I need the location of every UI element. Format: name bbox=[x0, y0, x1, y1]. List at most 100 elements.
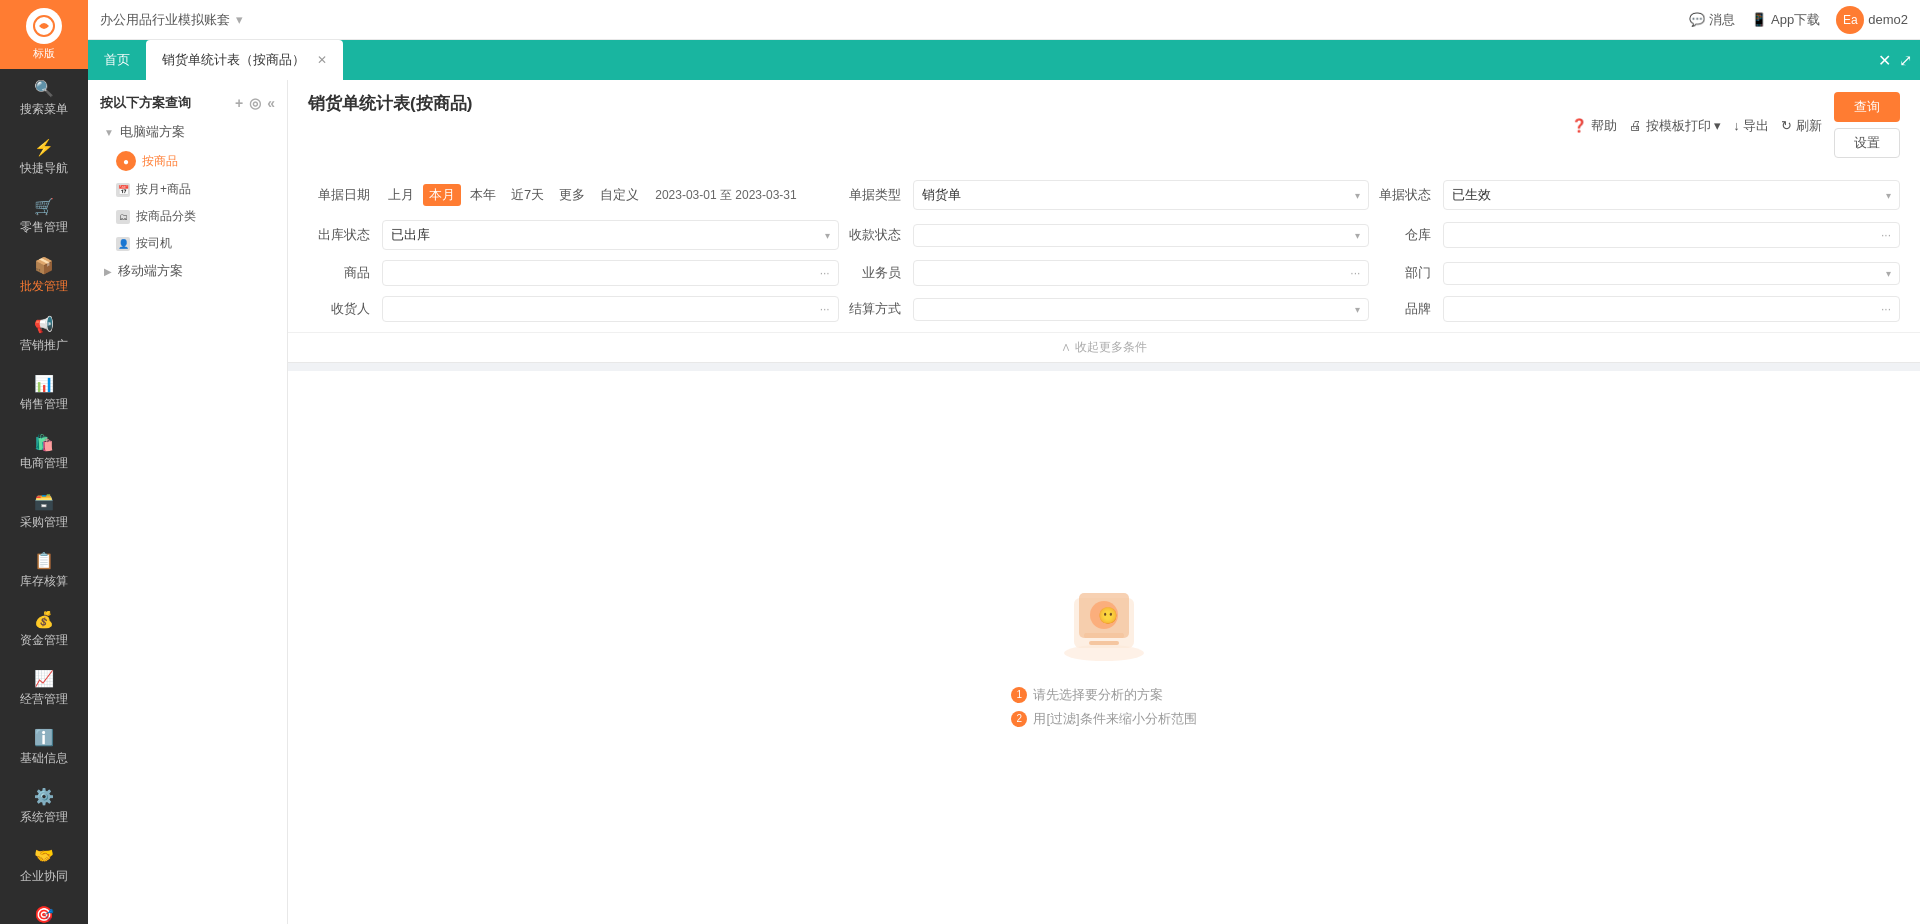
sidebar-item-basic[interactable]: ℹ️ 基础信息 bbox=[0, 718, 88, 777]
tab-close-window-icon[interactable]: ✕ bbox=[1878, 51, 1891, 70]
settlement-label: 结算方式 bbox=[839, 300, 909, 318]
help-button[interactable]: ❓ 帮助 bbox=[1571, 117, 1617, 135]
query-button[interactable]: 查询 bbox=[1834, 92, 1900, 122]
page-action-area: ❓ 帮助 🖨 按模板打印 ▾ ↓ 导出 ↻ 刷新 查询 设置 bbox=[1571, 92, 1900, 158]
filter-rows: 单据日期 上月 本月 本年 近7天 更多 自定义 2023-03-01 至 20… bbox=[288, 170, 1920, 322]
tab-home[interactable]: 首页 bbox=[88, 40, 146, 80]
collapse-panel-button[interactable]: « bbox=[267, 95, 275, 111]
warehouse-input[interactable]: ··· bbox=[1443, 222, 1900, 248]
product-input[interactable]: ··· bbox=[382, 260, 839, 286]
sidebar-item-marketing[interactable]: 📢 营销推广 bbox=[0, 305, 88, 364]
doc-type-select[interactable]: 销货单 ▾ bbox=[913, 180, 1370, 210]
sidebar-item-wholesale[interactable]: 📦 批发管理 bbox=[0, 246, 88, 305]
panel-header: 按以下方案查询 + ◎ « bbox=[88, 88, 287, 118]
logo-text: 标版 bbox=[33, 46, 55, 61]
message-button[interactable]: 💬 消息 bbox=[1689, 11, 1735, 29]
tab-sales-stats[interactable]: 销货单统计表（按商品） ✕ bbox=[146, 40, 343, 80]
doc-status-label: 单据状态 bbox=[1369, 186, 1439, 204]
outbound-status-select[interactable]: 已出库 ▾ bbox=[382, 220, 839, 250]
setting-button[interactable]: 设置 bbox=[1834, 128, 1900, 158]
user-avatar[interactable]: Ea demo2 bbox=[1836, 6, 1908, 34]
date-tab-this-year[interactable]: 本年 bbox=[464, 184, 502, 206]
sidebar-item-purchase[interactable]: 🗃️ 采购管理 bbox=[0, 482, 88, 541]
content-area: 按以下方案查询 + ◎ « ▼ 电脑端方案 ● 按商品 📅 按月+商品 bbox=[88, 80, 1920, 924]
clipboard-icon: 📋 bbox=[34, 551, 54, 570]
topbar-actions: 💬 消息 📱 App下载 Ea demo2 bbox=[1689, 6, 1908, 34]
receiver-dots-icon: ··· bbox=[820, 302, 830, 316]
sidebar-item-quicknav[interactable]: ⚡ 快捷导航 bbox=[0, 128, 88, 187]
date-tab-this-month[interactable]: 本月 bbox=[423, 184, 461, 206]
sidebar-item-enterprise[interactable]: 🤝 企业协同 bbox=[0, 836, 88, 895]
archive-icon: 🗃️ bbox=[34, 492, 54, 511]
receiver-input[interactable]: ··· bbox=[382, 296, 839, 322]
topbar-title: 办公用品行业模拟账套 ▾ bbox=[100, 11, 243, 29]
megaphone-icon: 📢 bbox=[34, 315, 54, 334]
product-scheme-icon: ● bbox=[116, 151, 136, 171]
export-button[interactable]: ↓ 导出 bbox=[1733, 117, 1769, 135]
doc-status-select[interactable]: 已生效 ▾ bbox=[1443, 180, 1900, 210]
step-2-number: 2 bbox=[1011, 711, 1027, 727]
sidebar-item-operation[interactable]: 📈 经营管理 bbox=[0, 659, 88, 718]
app-download-button[interactable]: 📱 App下载 bbox=[1751, 11, 1820, 29]
payment-status-select[interactable]: ▾ bbox=[913, 224, 1370, 247]
left-panel: 按以下方案查询 + ◎ « ▼ 电脑端方案 ● 按商品 📅 按月+商品 bbox=[88, 80, 288, 924]
doc-type-label: 单据类型 bbox=[839, 186, 909, 204]
sidebar-item-label: 企业协同 bbox=[20, 868, 68, 885]
main-area: 办公用品行业模拟账套 ▾ 💬 消息 📱 App下载 Ea demo2 首页 bbox=[88, 0, 1920, 924]
page-title-section: 销货单统计表(按商品) bbox=[308, 92, 472, 115]
date-tab-more[interactable]: 更多 bbox=[553, 184, 591, 206]
filter-product: 商品 ··· bbox=[308, 260, 839, 286]
template-print-button[interactable]: 🖨 按模板打印 ▾ bbox=[1629, 117, 1721, 135]
sidebar-item-sales[interactable]: 📊 销售管理 bbox=[0, 364, 88, 423]
refresh-button[interactable]: ↻ 刷新 bbox=[1781, 117, 1822, 135]
add-scheme-button[interactable]: + bbox=[235, 95, 243, 111]
sidebar-item-ecommerce[interactable]: 🛍️ 电商管理 bbox=[0, 423, 88, 482]
payment-status-label: 收款状态 bbox=[839, 226, 909, 244]
salesperson-dots-icon: ··· bbox=[1350, 266, 1360, 280]
doc-status-arrow: ▾ bbox=[1886, 190, 1891, 201]
date-tab-last-month[interactable]: 上月 bbox=[382, 184, 420, 206]
date-tab-custom[interactable]: 自定义 bbox=[594, 184, 645, 206]
tree-item-by-product-month[interactable]: 📅 按月+商品 bbox=[88, 176, 287, 203]
sidebar-item-newbie[interactable]: 🎯 新手引导 bbox=[0, 895, 88, 924]
sidebar-item-retail[interactable]: 🛒 零售管理 bbox=[0, 187, 88, 246]
panel-header-label: 按以下方案查询 bbox=[100, 94, 191, 112]
sidebar-item-search[interactable]: 🔍 搜索菜单 bbox=[0, 69, 88, 128]
trending-icon: 📈 bbox=[34, 669, 54, 688]
brand-input[interactable]: ··· bbox=[1443, 296, 1900, 322]
tree-item-by-product[interactable]: ● 按商品 bbox=[88, 146, 287, 176]
tree-item-by-category[interactable]: 🗂 按商品分类 bbox=[88, 203, 287, 230]
filter-receiver: 收货人 ··· bbox=[308, 296, 839, 322]
tab-close-icon[interactable]: ✕ bbox=[317, 53, 327, 67]
department-select[interactable]: ▾ bbox=[1443, 262, 1900, 285]
empty-step-1: 1 请先选择要分析的方案 bbox=[1011, 686, 1196, 704]
tree-pc-group[interactable]: ▼ 电脑端方案 bbox=[88, 118, 287, 146]
empty-state: 😶 1 请先选择要分析的方案 2 用[过滤]条件来缩小分析范围 bbox=[288, 371, 1920, 924]
salesperson-label: 业务员 bbox=[839, 264, 909, 282]
sidebar-item-finance[interactable]: 💰 资金管理 bbox=[0, 600, 88, 659]
empty-steps: 1 请先选择要分析的方案 2 用[过滤]条件来缩小分析范围 bbox=[1011, 686, 1196, 728]
tab-maximize-icon[interactable]: ⤢ bbox=[1899, 51, 1912, 70]
sidebar-item-label: 基础信息 bbox=[20, 750, 68, 767]
tab-home-label: 首页 bbox=[104, 51, 130, 69]
date-tabs-container: 上月 本月 本年 近7天 更多 自定义 2023-03-01 至 2023-03… bbox=[382, 184, 797, 206]
tree-item-by-supplier[interactable]: 👤 按司机 bbox=[88, 230, 287, 257]
brand-label: 品牌 bbox=[1369, 300, 1439, 318]
salesperson-input[interactable]: ··· bbox=[913, 260, 1370, 286]
tree-mobile-group[interactable]: ▶ 移动端方案 bbox=[88, 257, 287, 285]
logo: 标版 bbox=[0, 0, 88, 69]
sidebar-item-system[interactable]: ⚙️ 系统管理 bbox=[0, 777, 88, 836]
sidebar-item-label: 电商管理 bbox=[20, 455, 68, 472]
collapse-more-bar[interactable]: ∧ 收起更多条件 bbox=[288, 332, 1920, 362]
filter-department: 部门 ▾ bbox=[1369, 260, 1900, 286]
username: demo2 bbox=[1868, 12, 1908, 27]
sidebar-item-inventory[interactable]: 📋 库存核算 bbox=[0, 541, 88, 600]
tree-mobile-expand-icon: ▶ bbox=[104, 266, 112, 277]
edit-scheme-button[interactable]: ◎ bbox=[249, 95, 261, 111]
filter-salesperson: 业务员 ··· bbox=[839, 260, 1370, 286]
app-download-icon: 📱 bbox=[1751, 12, 1767, 27]
warehouse-label: 仓库 bbox=[1369, 226, 1439, 244]
dropdown-icon[interactable]: ▾ bbox=[236, 12, 243, 27]
settlement-select[interactable]: ▾ bbox=[913, 298, 1370, 321]
date-tab-7days[interactable]: 近7天 bbox=[505, 184, 550, 206]
